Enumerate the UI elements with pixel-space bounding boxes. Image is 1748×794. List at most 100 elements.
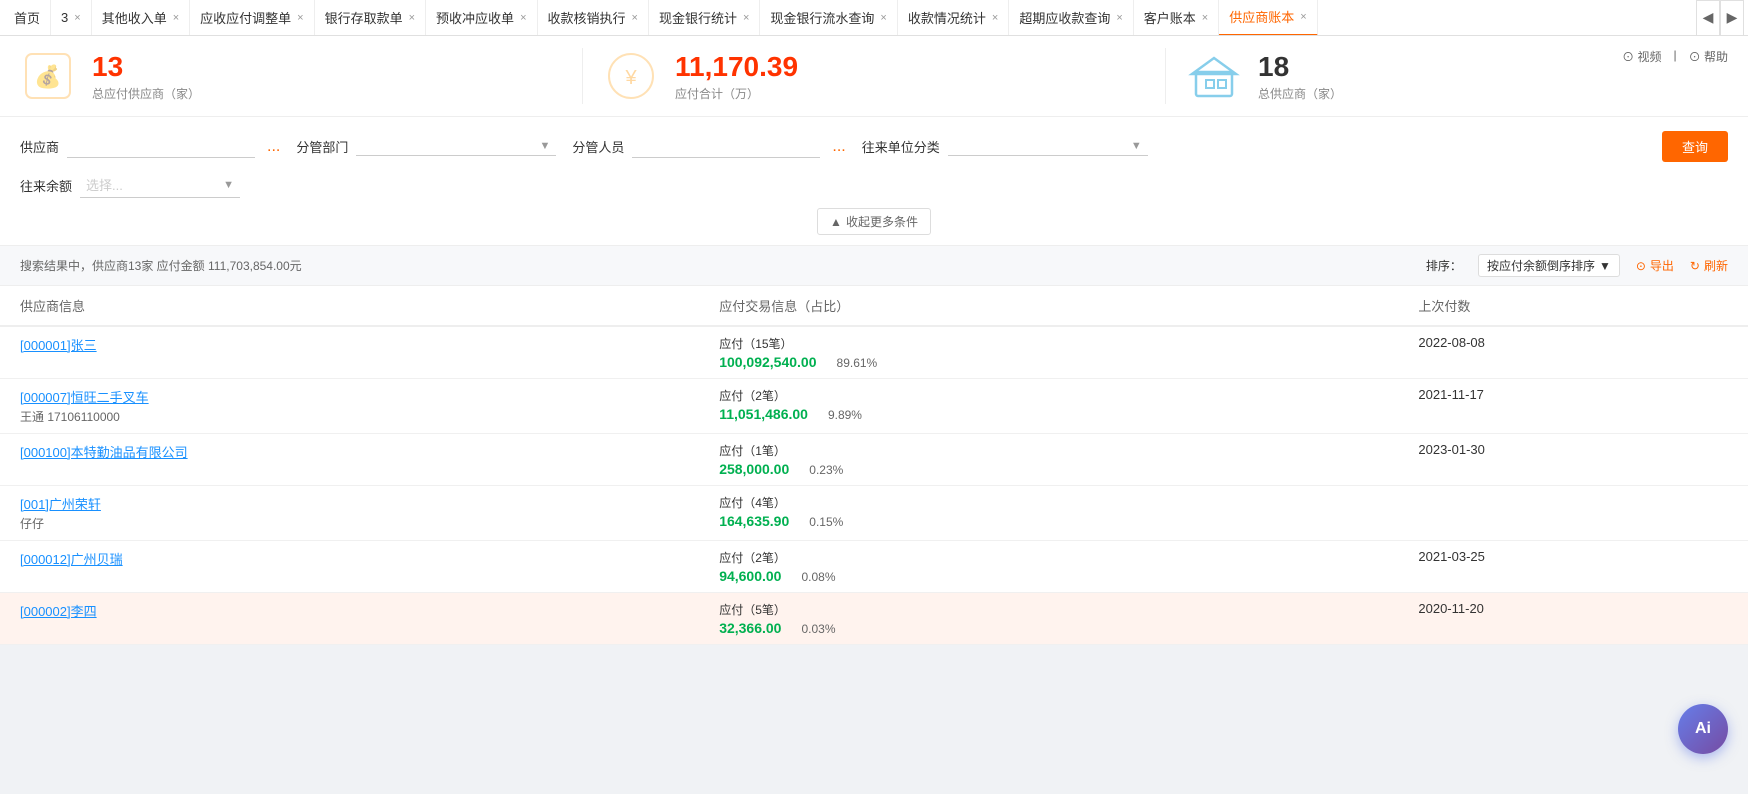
supplier-dots-icon[interactable]: ... — [267, 138, 280, 156]
filter-unit: 往来单位分类 ▼ — [862, 137, 1148, 156]
header-stats: 💰 13 总应付供应商（家） ¥ 11,170.39 应付合计（万） — [0, 36, 1748, 117]
table-row: [000100]本特勤油品有限公司应付（1笔）258,000.000.23%20… — [0, 434, 1748, 486]
filter-row-2: 往来余额 选择... ▼ — [20, 172, 1728, 198]
supplier-link[interactable]: [000001]张三 — [20, 338, 97, 353]
close-icon[interactable]: × — [1300, 11, 1306, 23]
query-button[interactable]: 查询 — [1662, 131, 1728, 162]
balance-select[interactable]: 选择... ▼ — [80, 172, 240, 198]
table-body: [000001]张三应付（15笔）100,092,540.0089.61%202… — [0, 326, 1748, 645]
store-icon — [1186, 48, 1242, 104]
nav-item-3[interactable]: 3 × — [51, 0, 92, 36]
divider: | — [1674, 48, 1677, 65]
supplier-link[interactable]: [000012]广州贝瑞 — [20, 552, 123, 567]
nav-item-bank[interactable]: 银行存取款单 × — [315, 0, 426, 36]
close-icon[interactable]: × — [992, 12, 998, 24]
close-icon[interactable]: × — [409, 12, 415, 24]
dept-select[interactable]: ▼ — [356, 137, 556, 156]
close-icon[interactable]: × — [1202, 12, 1208, 24]
supplier-cell: [000100]本特勤油品有限公司 — [0, 434, 699, 486]
close-icon[interactable]: × — [520, 12, 526, 24]
close-icon[interactable]: × — [743, 12, 749, 24]
nav-item-customer-book[interactable]: 客户账本 × — [1134, 0, 1219, 36]
ai-button[interactable]: Ai — [1678, 704, 1728, 754]
payable-amount: 32,366.00 — [719, 620, 781, 636]
last-pay-cell: 2020-11-20 — [1398, 593, 1748, 645]
supplier-cell: [000002]李四 — [0, 593, 699, 645]
nav-item-cash-flow[interactable]: 现金银行流水查询 × — [760, 0, 897, 36]
close-icon[interactable]: × — [880, 12, 886, 24]
supplier-link[interactable]: [000100]本特勤油品有限公司 — [20, 445, 188, 460]
data-table: 供应商信息 应付交易信息（占比） 上次付数 [000001]张三应付（15笔）1… — [0, 286, 1748, 645]
last-pay-date: 2021-03-25 — [1418, 549, 1485, 564]
stat-label-total: 总供应商（家） — [1258, 85, 1342, 102]
stat-label-amount: 应付合计（万） — [675, 85, 798, 102]
close-icon[interactable]: × — [1116, 12, 1122, 24]
nav-item-prepay[interactable]: 预收冲应收单 × — [426, 0, 537, 36]
supplier-cell: [000007]恒旺二手叉车王通 17106110000 — [0, 379, 699, 434]
nav-item-payment[interactable]: 收款核销执行 × — [538, 0, 649, 36]
person-dots-icon[interactable]: ... — [832, 138, 845, 156]
ai-label: Ai — [1695, 720, 1711, 738]
supplier-link[interactable]: [000002]李四 — [20, 604, 97, 619]
sort-select[interactable]: 按应付余额倒序排序 ▼ — [1478, 254, 1620, 277]
table-row: [000012]广州贝瑞应付（2笔）94,600.000.08%2021-03-… — [0, 541, 1748, 593]
collapse-icon: ▲ — [830, 215, 842, 229]
last-pay-date: 2021-11-17 — [1418, 387, 1484, 402]
table-row: [000001]张三应付（15笔）100,092,540.0089.61%202… — [0, 326, 1748, 379]
supplier-link[interactable]: [001]广州荣轩 — [20, 497, 101, 512]
supplier-input[interactable] — [67, 136, 255, 158]
stat-content-total: 18 总供应商（家） — [1258, 50, 1342, 103]
nav-item-collect-stat[interactable]: 收款情况统计 × — [898, 0, 1009, 36]
nav-adjustment-label: 应收应付调整单 — [200, 8, 291, 27]
supplier-icon: 💰 — [20, 48, 76, 104]
last-pay-date: 2023-01-30 — [1418, 442, 1485, 457]
help-link[interactable]: ⊙ 帮助 — [1689, 48, 1728, 65]
nav-bar: 首页 3 × 其他收入单 × 应收应付调整单 × 银行存取款单 × 预收冲应收单… — [0, 0, 1748, 36]
payable-label: 应付（4笔） — [719, 494, 1378, 511]
table-row: [001]广州荣轩仔仔应付（4笔）164,635.900.15% — [0, 486, 1748, 541]
nav-home-label: 首页 — [14, 8, 40, 27]
supplier-link[interactable]: [000007]恒旺二手叉车 — [20, 390, 149, 405]
person-filter-label: 分管人员 — [572, 137, 624, 156]
th-supplier: 供应商信息 — [0, 286, 699, 326]
nav-prev-arrow[interactable]: ◀ — [1696, 0, 1720, 36]
nav-3-label: 3 — [61, 10, 68, 25]
video-link[interactable]: ⊙ 视频 — [1622, 48, 1661, 65]
close-icon[interactable]: × — [74, 12, 80, 24]
last-pay-cell — [1398, 486, 1748, 541]
export-button[interactable]: ⊙ 导出 — [1636, 257, 1674, 274]
filter-area: 供应商 ... 分管部门 ▼ 分管人员 ... 往来单位分类 ▼ 查询 — [0, 117, 1748, 246]
person-input[interactable] — [632, 136, 820, 158]
nav-customer-book-label: 客户账本 — [1144, 8, 1196, 27]
nav-cash-stat-label: 现金银行统计 — [659, 8, 737, 27]
svg-text:💰: 💰 — [34, 64, 61, 90]
nav-item-adjustment[interactable]: 应收应付调整单 × — [190, 0, 314, 36]
payable-amount: 258,000.00 — [719, 461, 789, 477]
payable-label: 应付（1笔） — [719, 442, 1378, 459]
close-icon[interactable]: × — [632, 12, 638, 24]
close-icon[interactable]: × — [297, 12, 303, 24]
nav-next-arrow[interactable]: ▶ — [1720, 0, 1744, 36]
result-bar: 搜索结果中，供应商13家 应付金额 111,703,854.00元 排序： 按应… — [0, 246, 1748, 286]
stat-content-amount: 11,170.39 应付合计（万） — [675, 50, 798, 103]
nav-item-home[interactable]: 首页 — [4, 0, 51, 36]
nav-cash-flow-label: 现金银行流水查询 — [770, 8, 874, 27]
header-links: ⊙ 视频 | ⊙ 帮助 — [1622, 48, 1728, 65]
refresh-label: 刷新 — [1704, 257, 1728, 274]
nav-item-overdue[interactable]: 超期应收款查询 × — [1009, 0, 1133, 36]
unit-filter-label: 往来单位分类 — [862, 137, 940, 156]
nav-item-cash-stat[interactable]: 现金银行统计 × — [649, 0, 760, 36]
last-pay-cell: 2023-01-30 — [1398, 434, 1748, 486]
stat-card-amount: ¥ 11,170.39 应付合计（万） — [603, 48, 1145, 104]
chevron-down-icon: ▼ — [539, 140, 550, 152]
balance-placeholder: 选择... — [86, 175, 123, 194]
table-header: 供应商信息 应付交易信息（占比） 上次付数 — [0, 286, 1748, 326]
payable-cell: 应付（4笔）164,635.900.15% — [699, 486, 1398, 541]
nav-item-supplier-book[interactable]: 供应商账本 × — [1219, 0, 1317, 36]
collapse-button[interactable]: ▲ 收起更多条件 — [817, 208, 931, 235]
close-icon[interactable]: × — [173, 12, 179, 24]
unit-select[interactable]: ▼ — [948, 137, 1148, 156]
payable-pct: 89.61% — [837, 356, 878, 370]
refresh-button[interactable]: ↻ 刷新 — [1690, 257, 1728, 274]
nav-item-other-income[interactable]: 其他收入单 × — [92, 0, 190, 36]
